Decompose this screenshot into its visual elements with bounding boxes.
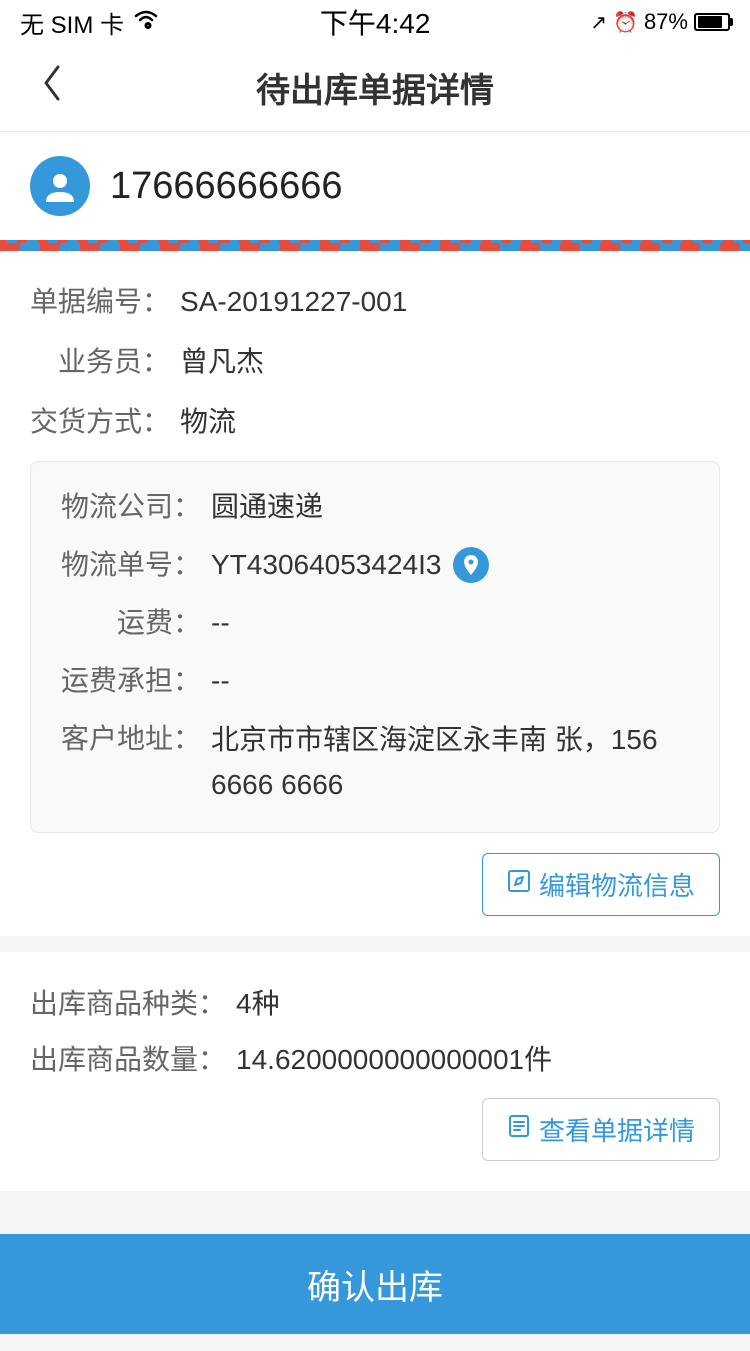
freight-bearer-row: 运费承担： -- — [61, 660, 689, 702]
logistics-company-label: 物流公司： — [61, 486, 201, 528]
freight-bearer-value: -- — [211, 660, 689, 702]
content-area: 单据编号： SA-20191227-001 业务员： 曾凡杰 交货方式： 物流 … — [0, 251, 750, 1351]
goods-type-row: 出库商品种类： 4种 — [30, 982, 720, 1022]
delivery-method-row: 交货方式： 物流 — [30, 401, 720, 443]
document-icon — [507, 1114, 531, 1145]
confirm-outbound-label: 确认出库 — [307, 1260, 443, 1309]
goods-type-value: 4种 — [236, 982, 280, 1022]
logistics-company-value: 圆通速递 — [211, 486, 689, 528]
edit-logistics-btn-wrapper: 编辑物流信息 — [30, 853, 720, 916]
tracking-number-value: YT43064053424I3 — [211, 544, 689, 586]
goods-section: 出库商品种类： 4种 出库商品数量： 14.6200000000000001件 … — [0, 952, 750, 1191]
status-bar: 无 SIM 卡 下午4:42 ↗ ⏰ 87% — [0, 0, 750, 44]
page-title: 待出库单据详情 — [256, 63, 494, 112]
address-label: 客户地址： — [61, 718, 201, 760]
view-details-button[interactable]: 查看单据详情 — [482, 1098, 720, 1161]
view-details-label: 查看单据详情 — [539, 1111, 695, 1148]
edit-logistics-label: 编辑物流信息 — [539, 866, 695, 903]
tracking-number-label: 物流单号： — [61, 544, 201, 586]
customer-phone: 17666666666 — [110, 165, 342, 208]
address-value: 北京市市辖区海淀区永丰南 张，156 6666 6666 — [211, 718, 689, 808]
document-number-label: 单据编号： — [30, 281, 170, 323]
goods-quantity-row: 出库商品数量： 14.6200000000000001件 — [30, 1038, 720, 1078]
status-time: 下午4:42 — [320, 2, 431, 42]
tracking-location-icon[interactable] — [453, 547, 489, 583]
status-left: 无 SIM 卡 — [20, 5, 160, 40]
tracking-number-row: 物流单号： YT43064053424I3 — [61, 544, 689, 586]
logistics-card: 物流公司： 圆通速递 物流单号： YT43064053424I3 运费： — [30, 461, 720, 833]
salesperson-row: 业务员： 曾凡杰 — [30, 341, 720, 383]
customer-header: 17666666666 — [0, 132, 750, 243]
edit-icon — [507, 869, 531, 900]
edit-logistics-button[interactable]: 编辑物流信息 — [482, 853, 720, 916]
avatar — [30, 156, 90, 216]
document-number-row: 单据编号： SA-20191227-001 — [30, 281, 720, 323]
salesperson-label: 业务员： — [30, 341, 170, 383]
battery-percent: 87% — [644, 9, 688, 35]
goods-quantity-label: 出库商品数量： — [30, 1038, 226, 1078]
nav-bar: 待出库单据详情 — [0, 44, 750, 132]
wifi-icon — [132, 8, 160, 36]
freight-label: 运费： — [61, 602, 201, 644]
back-button[interactable] — [30, 53, 74, 122]
address-row: 客户地址： 北京市市辖区海淀区永丰南 张，156 6666 6666 — [61, 718, 689, 808]
freight-bearer-label: 运费承担： — [61, 660, 201, 702]
battery-icon — [694, 13, 730, 31]
document-number-value: SA-20191227-001 — [180, 281, 720, 323]
order-info-section: 单据编号： SA-20191227-001 业务员： 曾凡杰 交货方式： 物流 … — [0, 251, 750, 936]
dashed-divider — [0, 243, 750, 251]
goods-quantity-value: 14.6200000000000001件 — [236, 1038, 552, 1078]
freight-value: -- — [211, 602, 689, 644]
alarm-icon: ⏰ — [613, 10, 638, 35]
delivery-method-label: 交货方式： — [30, 401, 170, 443]
goods-type-label: 出库商品种类： — [30, 982, 226, 1022]
salesperson-value: 曾凡杰 — [180, 341, 720, 383]
confirm-outbound-button[interactable]: 确认出库 — [0, 1234, 750, 1334]
status-right: ↗ ⏰ 87% — [590, 9, 730, 35]
delivery-method-value: 物流 — [180, 401, 720, 443]
carrier-label: 无 SIM 卡 — [20, 5, 124, 40]
location-status-icon: ↗ — [590, 10, 607, 35]
tracking-num-text: YT43064053424I3 — [211, 544, 441, 586]
logistics-company-row: 物流公司： 圆通速递 — [61, 486, 689, 528]
freight-row: 运费： -- — [61, 602, 689, 644]
view-details-btn-wrapper: 查看单据详情 — [30, 1098, 720, 1161]
